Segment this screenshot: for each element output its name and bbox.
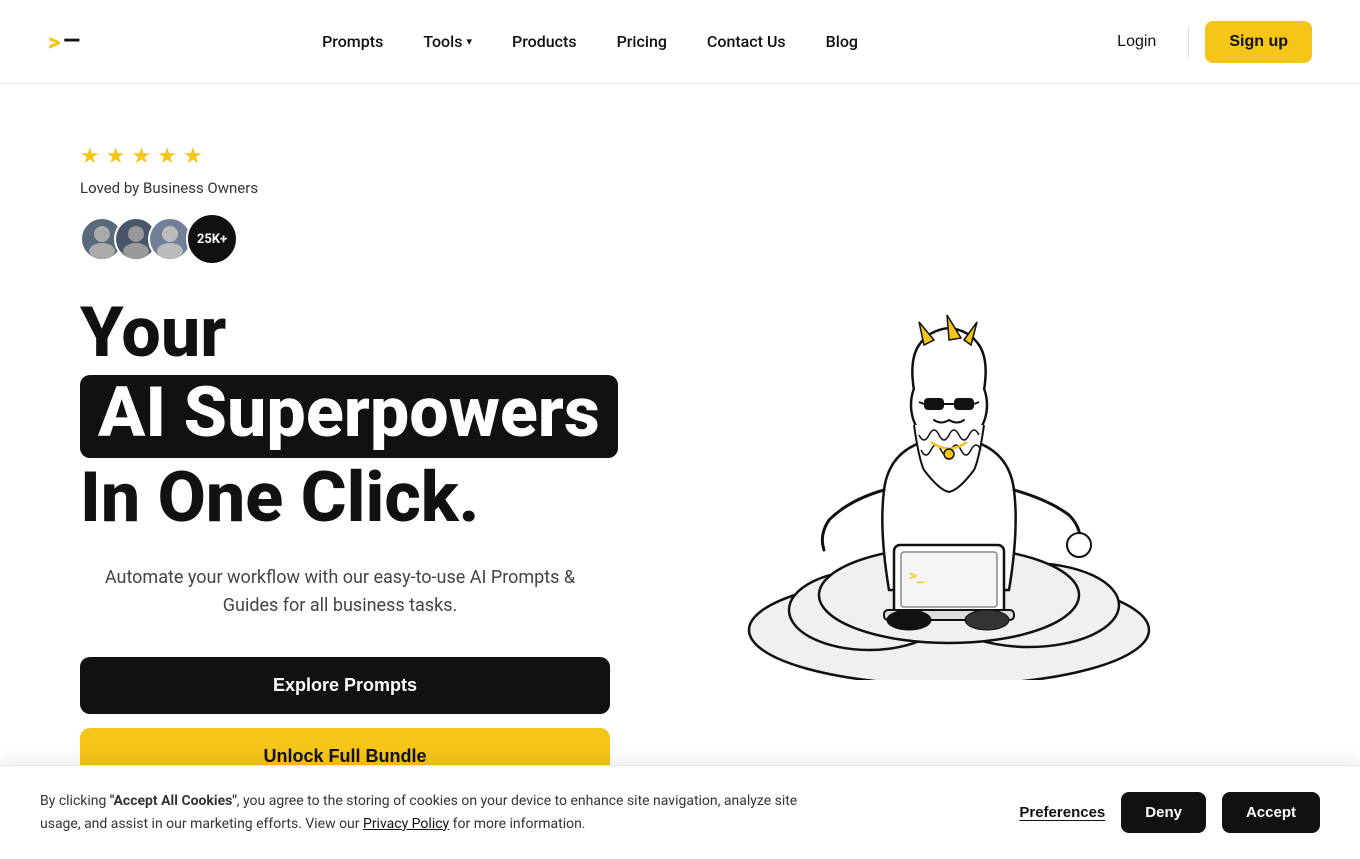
avatars-row: 25K+ (80, 213, 618, 265)
headline-your: Your (80, 297, 618, 371)
privacy-policy-link[interactable]: Privacy Policy (363, 816, 449, 832)
cookie-bold: "Accept All Cookies" (110, 793, 237, 809)
user-count: 25K+ (186, 213, 238, 265)
star-3: ★ (131, 144, 151, 169)
hero-headline: Your AI Superpowers In One Click. (80, 297, 618, 536)
nav-contact[interactable]: Contact Us (707, 32, 786, 51)
cookie-banner: By clicking "Accept All Cookies", you ag… (0, 765, 1360, 859)
star-rating: ★ ★ ★ ★ ★ (80, 144, 618, 169)
cookie-actions: Preferences Deny Accept (1019, 792, 1320, 833)
star-4: ★ (157, 144, 177, 169)
explore-prompts-button[interactable]: Explore Prompts (80, 657, 610, 714)
star-2: ★ (106, 144, 126, 169)
navbar: > — Prompts Tools ▾ Products Pricing Con… (0, 0, 1360, 84)
nav-blog[interactable]: Blog (826, 32, 858, 51)
zeus-illustration: >_ (709, 250, 1189, 680)
hero-section: ★ ★ ★ ★ ★ Loved by Business Owners 25K+ … (0, 84, 1360, 825)
headline-line2: In One Click. (80, 462, 618, 536)
star-5: ★ (183, 144, 203, 169)
logo[interactable]: > — (48, 28, 79, 56)
logo-arrow: > (48, 28, 59, 56)
accept-button[interactable]: Accept (1222, 792, 1320, 833)
login-button[interactable]: Login (1101, 25, 1172, 59)
signup-button[interactable]: Sign up (1205, 21, 1312, 63)
nav-pricing[interactable]: Pricing (617, 32, 667, 51)
nav-products[interactable]: Products (512, 32, 577, 51)
loved-text: Loved by Business Owners (80, 179, 618, 197)
cookie-policy-suffix: for more information. (449, 816, 585, 832)
nav-links: Prompts Tools ▾ Products Pricing Contact… (322, 32, 858, 51)
logo-dash: — (63, 29, 79, 54)
preferences-button[interactable]: Preferences (1019, 804, 1105, 821)
chevron-down-icon: ▾ (466, 35, 472, 48)
nav-tools-label: Tools (423, 32, 462, 51)
nav-divider (1188, 26, 1189, 58)
hero-subtext: Automate your workflow with our easy-to-… (80, 564, 600, 622)
star-1: ★ (80, 144, 100, 169)
cookie-prefix: By clicking (40, 793, 110, 809)
svg-text:>_: >_ (909, 569, 925, 584)
cookie-text: By clicking "Accept All Cookies", you ag… (40, 790, 820, 835)
hero-illustration: >_ (618, 250, 1280, 680)
nav-tools[interactable]: Tools ▾ (423, 32, 472, 51)
nav-prompts[interactable]: Prompts (322, 32, 383, 51)
headline-highlight: AI Superpowers (80, 375, 618, 459)
deny-button[interactable]: Deny (1121, 792, 1206, 833)
nav-actions: Login Sign up (1101, 21, 1312, 63)
headline-highlight-wrapper: AI Superpowers (80, 371, 618, 463)
hero-left: ★ ★ ★ ★ ★ Loved by Business Owners 25K+ … (80, 144, 618, 785)
